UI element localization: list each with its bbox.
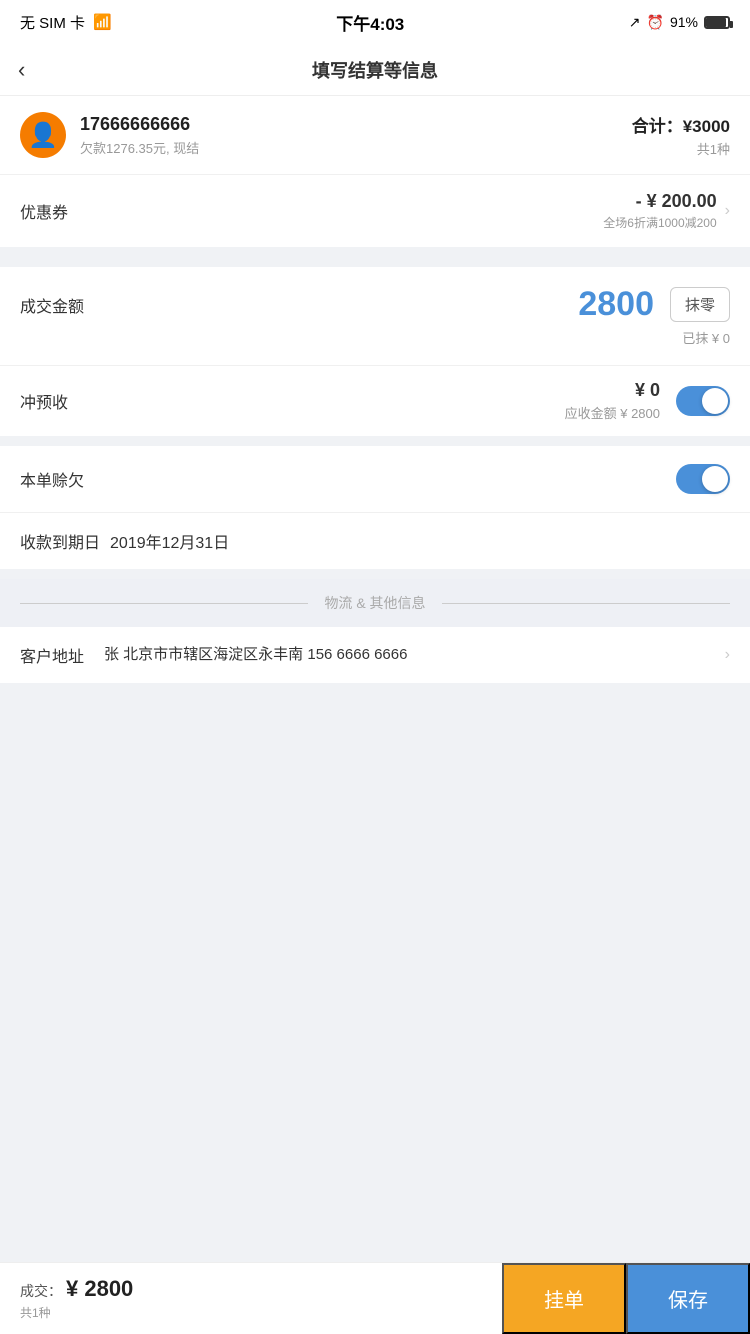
coupon-row[interactable]: 优惠券 - ¥ 200.00 全场6折满1000减200 › bbox=[0, 174, 750, 247]
coupon-chevron-icon: › bbox=[725, 202, 730, 220]
duedate-label: 收款到期日 bbox=[20, 529, 100, 553]
total-count: 共1种 bbox=[632, 139, 730, 158]
total-amount: 合计：¥3000 bbox=[632, 112, 730, 137]
coupon-desc: 全场6折满1000减200 bbox=[603, 214, 716, 231]
user-debt: 欠款1276.35元, 现结 bbox=[80, 138, 199, 157]
save-button[interactable]: 保存 bbox=[626, 1263, 750, 1334]
user-left: 👤 17666666666 欠款1276.35元, 现结 bbox=[20, 112, 199, 158]
bottom-count: 共1种 bbox=[20, 1304, 482, 1321]
status-time: 下午4:03 bbox=[336, 10, 404, 35]
prepaid-label: 冲预收 bbox=[20, 389, 68, 413]
coupon-label: 优惠券 bbox=[20, 199, 68, 223]
wifi-icon: 📶 bbox=[93, 13, 112, 31]
user-total: 合计：¥3000 共1种 bbox=[632, 112, 730, 158]
divider-line-left bbox=[20, 603, 308, 604]
address-label: 客户地址 bbox=[20, 643, 84, 667]
bottom-trans-row: 成交： ¥ 2800 bbox=[20, 1276, 482, 1302]
address-value: 张 北京市市辖区海淀区永丰南 156 6666 6666 bbox=[104, 644, 715, 667]
hang-button[interactable]: 挂单 bbox=[502, 1263, 626, 1334]
status-right: ↗ ⏰ 91% bbox=[629, 14, 730, 31]
transaction-right: 2800 抹零 bbox=[578, 285, 730, 324]
duedate-value: 2019年12月31日 bbox=[110, 529, 229, 553]
back-button[interactable]: ‹ bbox=[18, 57, 25, 83]
transaction-label: 成交金额 bbox=[20, 293, 84, 317]
main-content: 👤 17666666666 欠款1276.35元, 现结 合计：¥3000 共1… bbox=[0, 96, 750, 843]
prepaid-toggle[interactable] bbox=[676, 386, 730, 416]
transaction-section: 成交金额 2800 抹零 已抹 ¥ 0 bbox=[0, 267, 750, 365]
battery-label: 91% bbox=[670, 14, 698, 30]
toggle-knob bbox=[702, 388, 728, 414]
duedate-row: 收款到期日 2019年12月31日 bbox=[20, 529, 730, 553]
address-section[interactable]: 客户地址 张 北京市市辖区海淀区永丰南 156 6666 6666 › bbox=[0, 627, 750, 683]
prepaid-receivable: 应收金额 ¥ 2800 bbox=[565, 403, 660, 422]
battery-icon bbox=[704, 16, 730, 29]
nav-bar: ‹ 填写结算等信息 bbox=[0, 44, 750, 96]
already-wiped: 已抹 ¥ 0 bbox=[20, 328, 730, 347]
credit-label: 本单赊欠 bbox=[20, 467, 84, 491]
prepaid-row: 冲预收 ¥ 0 应收金额 ¥ 2800 bbox=[20, 380, 730, 422]
credit-toggle-knob bbox=[702, 466, 728, 492]
user-info: 17666666666 欠款1276.35元, 现结 bbox=[80, 114, 199, 157]
status-left: 无 SIM 卡 📶 bbox=[20, 12, 112, 33]
bottom-amount: ¥ 2800 bbox=[66, 1276, 133, 1302]
bottom-bar: 成交： ¥ 2800 共1种 挂单 保存 bbox=[0, 1262, 750, 1334]
round-button[interactable]: 抹零 bbox=[670, 287, 730, 322]
section-divider-2 bbox=[0, 436, 750, 446]
user-phone: 17666666666 bbox=[80, 114, 199, 135]
transaction-row: 成交金额 2800 抹零 bbox=[20, 285, 730, 324]
page-title: 填写结算等信息 bbox=[312, 57, 438, 83]
prepaid-right: ¥ 0 应收金额 ¥ 2800 bbox=[565, 380, 730, 422]
logistics-divider: 物流 & 其他信息 bbox=[0, 579, 750, 627]
empty-space bbox=[0, 683, 750, 843]
logistics-label: 物流 & 其他信息 bbox=[324, 593, 425, 613]
section-divider-1 bbox=[0, 257, 750, 267]
address-chevron-icon: › bbox=[725, 646, 730, 664]
status-bar: 无 SIM 卡 📶 下午4:03 ↗ ⏰ 91% bbox=[0, 0, 750, 44]
coupon-right: - ¥ 200.00 全场6折满1000减200 › bbox=[603, 191, 730, 231]
prepaid-section: 冲预收 ¥ 0 应收金额 ¥ 2800 bbox=[0, 365, 750, 436]
coupon-value: - ¥ 200.00 全场6折满1000减200 bbox=[603, 191, 716, 231]
user-row: 👤 17666666666 欠款1276.35元, 现结 合计：¥3000 共1… bbox=[0, 96, 750, 174]
location-icon: ↗ bbox=[629, 14, 641, 31]
prepaid-amount: ¥ 0 bbox=[565, 380, 660, 401]
prepaid-value: ¥ 0 应收金额 ¥ 2800 bbox=[565, 380, 660, 422]
credit-section: 本单赊欠 bbox=[0, 446, 750, 512]
carrier-label: 无 SIM 卡 bbox=[20, 12, 85, 33]
user-info-card: 👤 17666666666 欠款1276.35元, 现结 合计：¥3000 共1… bbox=[0, 96, 750, 247]
credit-toggle[interactable] bbox=[676, 464, 730, 494]
bottom-actions: 挂单 保存 bbox=[502, 1263, 750, 1334]
avatar: 👤 bbox=[20, 112, 66, 158]
divider-line-right bbox=[442, 603, 730, 604]
duedate-section: 收款到期日 2019年12月31日 bbox=[0, 512, 750, 569]
bottom-summary: 成交： ¥ 2800 共1种 bbox=[0, 1263, 502, 1334]
coupon-amount: - ¥ 200.00 bbox=[603, 191, 716, 212]
user-icon: 👤 bbox=[28, 121, 58, 150]
transaction-amount: 2800 bbox=[578, 285, 654, 324]
bottom-trans-label: 成交： bbox=[20, 1281, 62, 1301]
alarm-icon: ⏰ bbox=[647, 14, 664, 31]
